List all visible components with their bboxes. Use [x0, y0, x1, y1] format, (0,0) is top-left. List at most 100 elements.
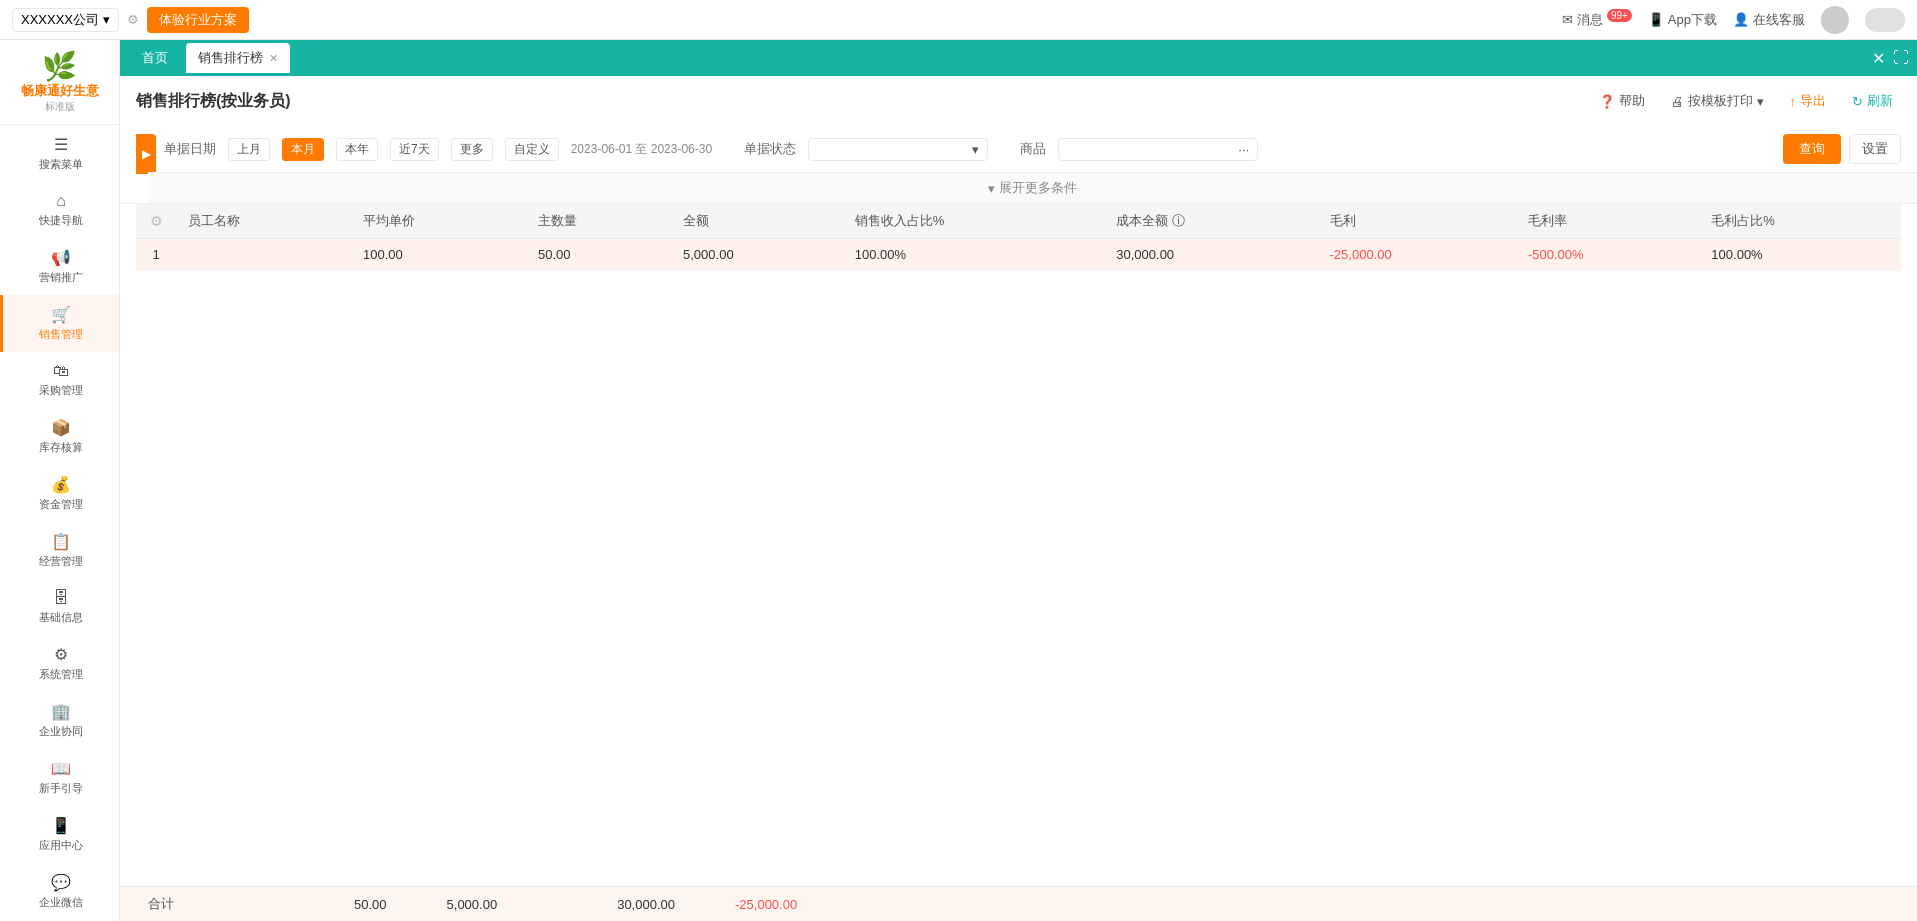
user-status-toggle[interactable]: [1865, 8, 1905, 32]
sidebar-label-search-order: 搜索菜单: [39, 157, 83, 172]
expand-more-button[interactable]: ▾ 展开更多条件: [148, 172, 1917, 203]
cell-name: [176, 239, 351, 271]
status-filter-label: 单据状态: [744, 140, 796, 158]
export-label: 导出: [1800, 92, 1826, 110]
page-header: 销售排行榜(按业务员) ❓ 帮助 🖨 按模板打印 ▾ ↑ 导出: [120, 76, 1917, 204]
sidebar-logo: 🌿 畅康通好生意 标准版: [0, 40, 119, 125]
basic-info-icon: 🗄: [53, 589, 69, 607]
sidebar-item-finance[interactable]: 💰 资金管理: [0, 465, 119, 522]
message-button[interactable]: ✉ 消息 99+: [1562, 11, 1632, 29]
logo-icon: 🌿: [42, 50, 77, 83]
enterprise-wechat-icon: 💬: [51, 873, 71, 892]
sidebar-item-enterprise-wechat[interactable]: 💬 企业微信: [0, 863, 119, 920]
filter-expand-arrow[interactable]: ▶: [136, 134, 156, 174]
tab-bar-right: ✕ ⛶: [1872, 49, 1909, 68]
sidebar-label-sales: 销售管理: [39, 327, 83, 342]
main-content: 首页 销售排行榜 ✕ ✕ ⛶ 销售排行榜(按业务员) ❓ 帮助: [120, 40, 1917, 921]
cell-cost: 30,000.00: [1104, 239, 1317, 271]
inventory-icon: 📦: [51, 418, 71, 437]
template-print-button[interactable]: 🖨 按模板打印 ▾: [1663, 88, 1772, 114]
company-selector[interactable]: XXXXXX公司 ▾: [12, 8, 119, 32]
print-dropdown-icon: ▾: [1757, 94, 1764, 109]
refresh-button[interactable]: ↻ 刷新: [1844, 88, 1901, 114]
dropdown-icon: ▾: [103, 12, 110, 27]
goods-filter-label: 商品: [1020, 140, 1046, 158]
page-title-row: 销售排行榜(按业务员) ❓ 帮助 🖨 按模板打印 ▾ ↑ 导出: [136, 88, 1901, 114]
status-select-arrow: ▾: [972, 142, 979, 157]
sidebar-item-operations[interactable]: 📋 经营管理: [0, 522, 119, 579]
col-sales-pct-header: 销售收入占比%: [843, 204, 1104, 239]
tab-sales-ranking[interactable]: 销售排行榜 ✕: [186, 43, 290, 73]
template-print-label: 按模板打印: [1688, 92, 1753, 110]
sidebar-item-app-center[interactable]: 📱 应用中心: [0, 806, 119, 863]
refresh-icon: ↻: [1852, 94, 1863, 109]
col-gross-pct-header: 毛利占比%: [1699, 204, 1901, 239]
sidebar-item-inventory[interactable]: 📦 库存核算: [0, 408, 119, 465]
date-btn-this-year[interactable]: 本年: [336, 138, 378, 161]
service-icon: 👤: [1733, 12, 1749, 27]
filter-area: ▶ 单据日期 上月 本月 本年 近7天 更多 自定义 2023-06-01 至 …: [136, 124, 1901, 203]
top-right-actions: ✉ 消息 99+ 📱 App下载 👤 在线客服: [1562, 6, 1905, 34]
sidebar-item-quick-nav[interactable]: ⌂ 快捷导航: [0, 182, 119, 238]
col-total-header: 全额: [671, 204, 843, 239]
expand-more-label: 展开更多条件: [999, 179, 1077, 197]
col-avg-price-header: 平均单价: [351, 204, 526, 239]
cell-total: 5,000.00: [671, 239, 843, 271]
sidebar-item-newbie[interactable]: 📖 新手引导: [0, 749, 119, 806]
sidebar-label-purchase: 采购管理: [39, 383, 83, 398]
help-button[interactable]: ❓ 帮助: [1591, 88, 1653, 114]
col-settings-icon[interactable]: ⚙: [150, 213, 163, 229]
app-label: App下载: [1668, 11, 1717, 29]
sidebar-item-system[interactable]: ⚙ 系统管理: [0, 635, 119, 692]
online-service-button[interactable]: 👤 在线客服: [1733, 11, 1805, 29]
col-main-qty-header: 主数量: [526, 204, 671, 239]
data-table: ⚙ 员工名称 平均单价 主数量 全额 销售收入占比% 成本全额 ⓘ 毛利 毛利率…: [136, 204, 1901, 271]
sidebar-item-basic-info[interactable]: 🗄 基础信息: [0, 579, 119, 635]
sidebar-item-enterprise-collab[interactable]: 🏢 企业协同: [0, 692, 119, 749]
table-header-row: ⚙ 员工名称 平均单价 主数量 全额 销售收入占比% 成本全额 ⓘ 毛利 毛利率…: [136, 204, 1901, 239]
sales-icon: 🛒: [51, 305, 71, 324]
tab-home[interactable]: 首页: [128, 43, 182, 73]
status-select[interactable]: ▾: [808, 138, 988, 161]
cell-avg-price: 100.00: [351, 239, 526, 271]
search-order-icon: ☰: [54, 135, 68, 154]
service-label: 在线客服: [1753, 11, 1805, 29]
refresh-label: 刷新: [1867, 92, 1893, 110]
footer-gross-value: -25,000.00: [735, 897, 797, 912]
goods-input[interactable]: ···: [1058, 138, 1258, 161]
sidebar-item-purchase[interactable]: 🛍 采购管理: [0, 352, 119, 408]
query-button[interactable]: 查询: [1783, 134, 1841, 164]
sidebar-item-search-order[interactable]: ☰ 搜索菜单: [0, 125, 119, 182]
date-btn-last-month[interactable]: 上月: [228, 138, 270, 161]
tab-label-sales-ranking: 销售排行榜: [198, 49, 263, 67]
message-badge: 99+: [1607, 9, 1632, 22]
app-icon: 📱: [1648, 12, 1664, 27]
footer-total: 5,000.00: [447, 897, 498, 912]
avatar[interactable]: [1821, 6, 1849, 34]
settings-icon[interactable]: ⚙: [127, 12, 139, 27]
page-actions: ❓ 帮助 🖨 按模板打印 ▾ ↑ 导出 ↻ 刷新: [1591, 88, 1902, 114]
sidebar-label-system: 系统管理: [39, 667, 83, 682]
date-btn-7days[interactable]: 近7天: [390, 138, 439, 161]
message-icon: ✉: [1562, 12, 1573, 27]
date-btn-more[interactable]: 更多: [451, 138, 493, 161]
date-btn-custom[interactable]: 自定义: [505, 138, 559, 161]
trial-button[interactable]: 体验行业方案: [147, 7, 249, 33]
sidebar-label-marketing: 营销推广: [39, 270, 83, 285]
tab-close-button[interactable]: ✕: [269, 52, 278, 65]
tab-close-all-icon[interactable]: ✕: [1872, 49, 1885, 68]
sidebar-label-operations: 经营管理: [39, 554, 83, 569]
tab-bar: 首页 销售排行榜 ✕ ✕ ⛶: [120, 40, 1917, 76]
sidebar-item-marketing[interactable]: 📢 营销推广: [0, 238, 119, 295]
sidebar-item-sales[interactable]: 🛒 销售管理: [0, 295, 119, 352]
sidebar-label-inventory: 库存核算: [39, 440, 83, 455]
tab-expand-icon[interactable]: ⛶: [1893, 49, 1909, 68]
sidebar-label-quick-nav: 快捷导航: [39, 213, 83, 228]
enterprise-collab-icon: 🏢: [51, 702, 71, 721]
col-gross-rate-header: 毛利率: [1516, 204, 1699, 239]
cell-sales-pct: 100.00%: [843, 239, 1104, 271]
app-download-button[interactable]: 📱 App下载: [1648, 11, 1717, 29]
export-button[interactable]: ↑ 导出: [1782, 88, 1835, 114]
settings-button[interactable]: 设置: [1849, 134, 1901, 164]
date-btn-this-month[interactable]: 本月: [282, 138, 324, 161]
